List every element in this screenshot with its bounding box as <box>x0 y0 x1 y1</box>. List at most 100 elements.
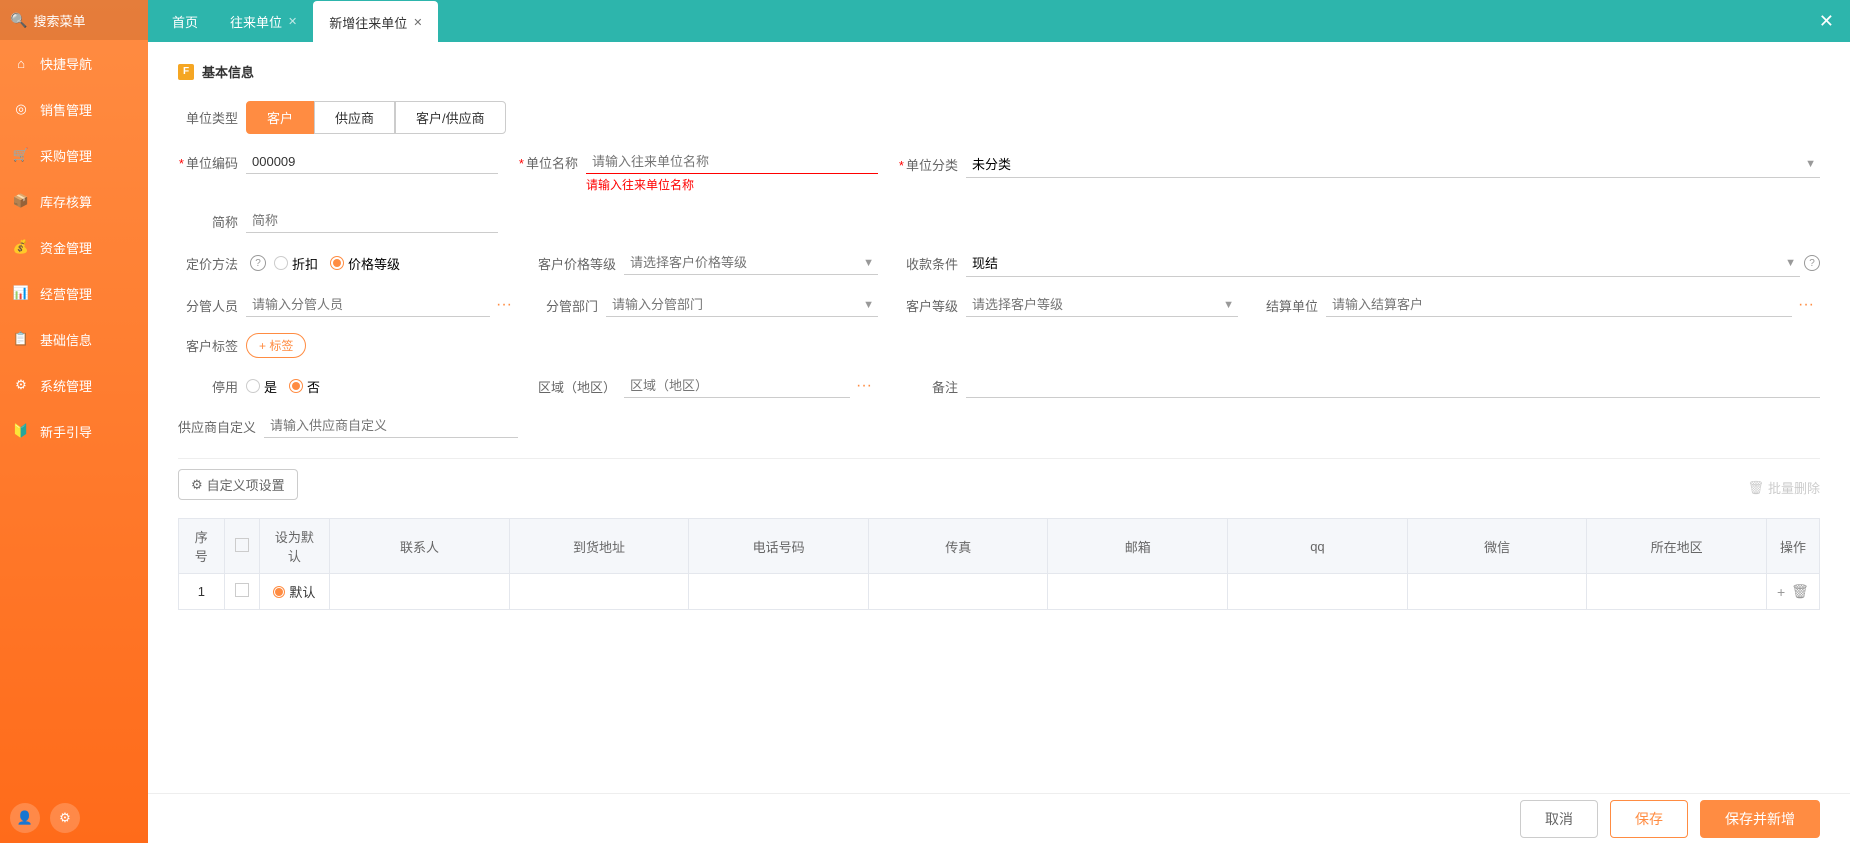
sidebar-item-quick-nav[interactable]: ⌂ 快捷导航 <box>0 40 148 86</box>
region-dots-btn[interactable]: ··· <box>850 375 878 397</box>
radio-price-level[interactable]: 价格等级 <box>330 254 400 273</box>
cancel-button[interactable]: 取消 <box>1520 800 1598 838</box>
customer-price-level-input[interactable] <box>624 251 878 275</box>
settings-icon[interactable]: ⚙ <box>50 803 80 833</box>
default-radio[interactable] <box>273 586 285 598</box>
unit-type-customer[interactable]: 客户 <box>246 101 314 134</box>
radio-discount[interactable]: 折扣 <box>274 254 318 273</box>
email-input[interactable] <box>1058 584 1217 599</box>
tab-new-partner[interactable]: 新增往来单位 ✕ <box>313 1 438 43</box>
settlement-dots-btn[interactable]: ··· <box>1792 294 1820 316</box>
col-default: 设为默认 <box>259 519 330 574</box>
manager-field: 分管人员 ··· <box>178 293 518 317</box>
add-row-icon[interactable]: + <box>1777 584 1785 600</box>
cell-email[interactable] <box>1048 574 1228 610</box>
cell-qq[interactable] <box>1228 574 1408 610</box>
sidebar-item-guide[interactable]: 🔰 新手引导 <box>0 408 148 454</box>
batch-delete-label[interactable]: 批量删除 <box>1768 478 1820 497</box>
sidebar-item-operation[interactable]: 📊 经营管理 <box>0 270 148 316</box>
tab-home[interactable]: 首页 <box>156 0 214 42</box>
sidebar: 🔍 搜索菜单 ⌂ 快捷导航 ◎ 销售管理 🛒 采购管理 📦 库存核算 💰 资金管… <box>0 0 148 843</box>
sidebar-item-system[interactable]: ⚙ 系统管理 <box>0 362 148 408</box>
payment-terms-help[interactable]: ? <box>1804 255 1820 271</box>
unit-name-input[interactable] <box>586 150 878 174</box>
customer-tag-row: 客户标签 + 标签 <box>178 333 1820 358</box>
row-actions: + 🗑 <box>1777 583 1809 600</box>
contact-input[interactable] <box>340 584 499 599</box>
unit-type-both[interactable]: 客户/供应商 <box>395 101 506 134</box>
payment-terms-value[interactable]: 现结 <box>966 249 1800 277</box>
save-button[interactable]: 保存 <box>1610 800 1688 838</box>
home-icon: ⌂ <box>10 52 32 74</box>
settlement-unit-input[interactable] <box>1326 293 1792 317</box>
cell-wechat[interactable] <box>1407 574 1587 610</box>
radio-no[interactable]: 否 <box>289 377 320 396</box>
note-input[interactable] <box>966 374 1820 398</box>
sidebar-item-basic[interactable]: 📋 基础信息 <box>0 316 148 362</box>
sidebar-item-finance[interactable]: 💰 资金管理 <box>0 224 148 270</box>
customer-tag-field: 客户标签 + 标签 <box>178 333 1820 358</box>
user-avatar[interactable]: 👤 <box>10 803 40 833</box>
sidebar-item-sales[interactable]: ◎ 销售管理 <box>0 86 148 132</box>
delete-row-icon[interactable]: 🗑 <box>1791 583 1809 600</box>
tab-partners[interactable]: 往来单位 ✕ <box>214 0 313 42</box>
sidebar-item-purchase[interactable]: 🛒 采购管理 <box>0 132 148 178</box>
unit-type-group: 客户 供应商 客户/供应商 <box>246 101 506 134</box>
tab-home-label: 首页 <box>172 12 198 31</box>
supplier-custom-input[interactable] <box>264 414 518 438</box>
cell-address[interactable] <box>509 574 689 610</box>
tab-partners-close[interactable]: ✕ <box>288 15 297 28</box>
department-input[interactable] <box>606 293 878 317</box>
unit-name-wrapper: 单位名称 请输入往来单位名称 <box>518 150 878 193</box>
col-phone: 电话号码 <box>689 519 869 574</box>
address-input[interactable] <box>520 584 679 599</box>
unit-category-value[interactable]: 未分类 <box>966 150 1820 178</box>
custom-settings-label: 自定义项设置 <box>207 475 285 494</box>
cell-phone[interactable] <box>689 574 869 610</box>
unit-type-label: 单位类型 <box>178 108 238 127</box>
finance-icon: 💰 <box>10 236 32 258</box>
region-label: 区域（地区） <box>538 377 616 396</box>
select-all-checkbox[interactable] <box>235 538 249 552</box>
radio-no-label: 否 <box>307 377 320 396</box>
col-action: 操作 <box>1766 519 1819 574</box>
tab-new-partner-close[interactable]: ✕ <box>413 16 422 29</box>
save-add-button[interactable]: 保存并新增 <box>1700 800 1820 838</box>
unit-code-input[interactable] <box>246 150 498 174</box>
code-name-category-row: 单位编码 单位名称 请输入往来单位名称 单位分类 未分类 ▼ <box>178 150 1820 193</box>
sidebar-search[interactable]: 🔍 搜索菜单 <box>0 0 148 40</box>
qq-input[interactable] <box>1238 584 1397 599</box>
unit-category-label: 单位分类 <box>898 155 958 174</box>
add-tag-button[interactable]: + 标签 <box>246 333 306 358</box>
region-field: 区域（地区） ··· <box>538 374 878 398</box>
table-header-row: 序号 设为默认 联系人 到货地址 电话号码 传真 邮箱 qq 微信 所在地区 操… <box>179 519 1820 574</box>
wechat-input[interactable] <box>1418 584 1577 599</box>
area-input[interactable] <box>1597 584 1756 599</box>
col-wechat: 微信 <box>1407 519 1587 574</box>
table-section: ⚙ 自定义项设置 🗑 批量删除 序号 设为默认 联系人 到货地址 电话 <box>178 458 1820 610</box>
cell-fax[interactable] <box>868 574 1048 610</box>
pricing-help-icon[interactable]: ? <box>250 255 266 271</box>
row-checkbox[interactable] <box>235 583 249 597</box>
unit-type-supplier[interactable]: 供应商 <box>314 101 395 134</box>
custom-settings-button[interactable]: ⚙ 自定义项设置 <box>178 469 298 500</box>
footer-bar: 取消 保存 保存并新增 <box>148 793 1850 843</box>
table-row: 1 默认 <box>179 574 1820 610</box>
short-name-input[interactable] <box>246 209 498 233</box>
supplier-custom-row: 供应商自定义 <box>178 414 1820 438</box>
unit-code-label: 单位编码 <box>178 153 238 172</box>
customer-tag-label: 客户标签 <box>178 336 238 355</box>
manager-input[interactable] <box>246 293 490 317</box>
sidebar-item-inventory[interactable]: 📦 库存核算 <box>0 178 148 224</box>
radio-yes[interactable]: 是 <box>246 377 277 396</box>
phone-input[interactable] <box>699 584 858 599</box>
basic-icon: 📋 <box>10 328 32 350</box>
cell-area[interactable] <box>1587 574 1767 610</box>
region-input[interactable] <box>624 374 850 398</box>
radio-price-level-indicator <box>330 256 344 270</box>
customer-level-input[interactable] <box>966 293 1238 317</box>
fax-input[interactable] <box>879 584 1038 599</box>
manager-dots-btn[interactable]: ··· <box>490 294 518 316</box>
cell-contact[interactable] <box>330 574 510 610</box>
window-close-button[interactable]: ✕ <box>1811 11 1842 32</box>
